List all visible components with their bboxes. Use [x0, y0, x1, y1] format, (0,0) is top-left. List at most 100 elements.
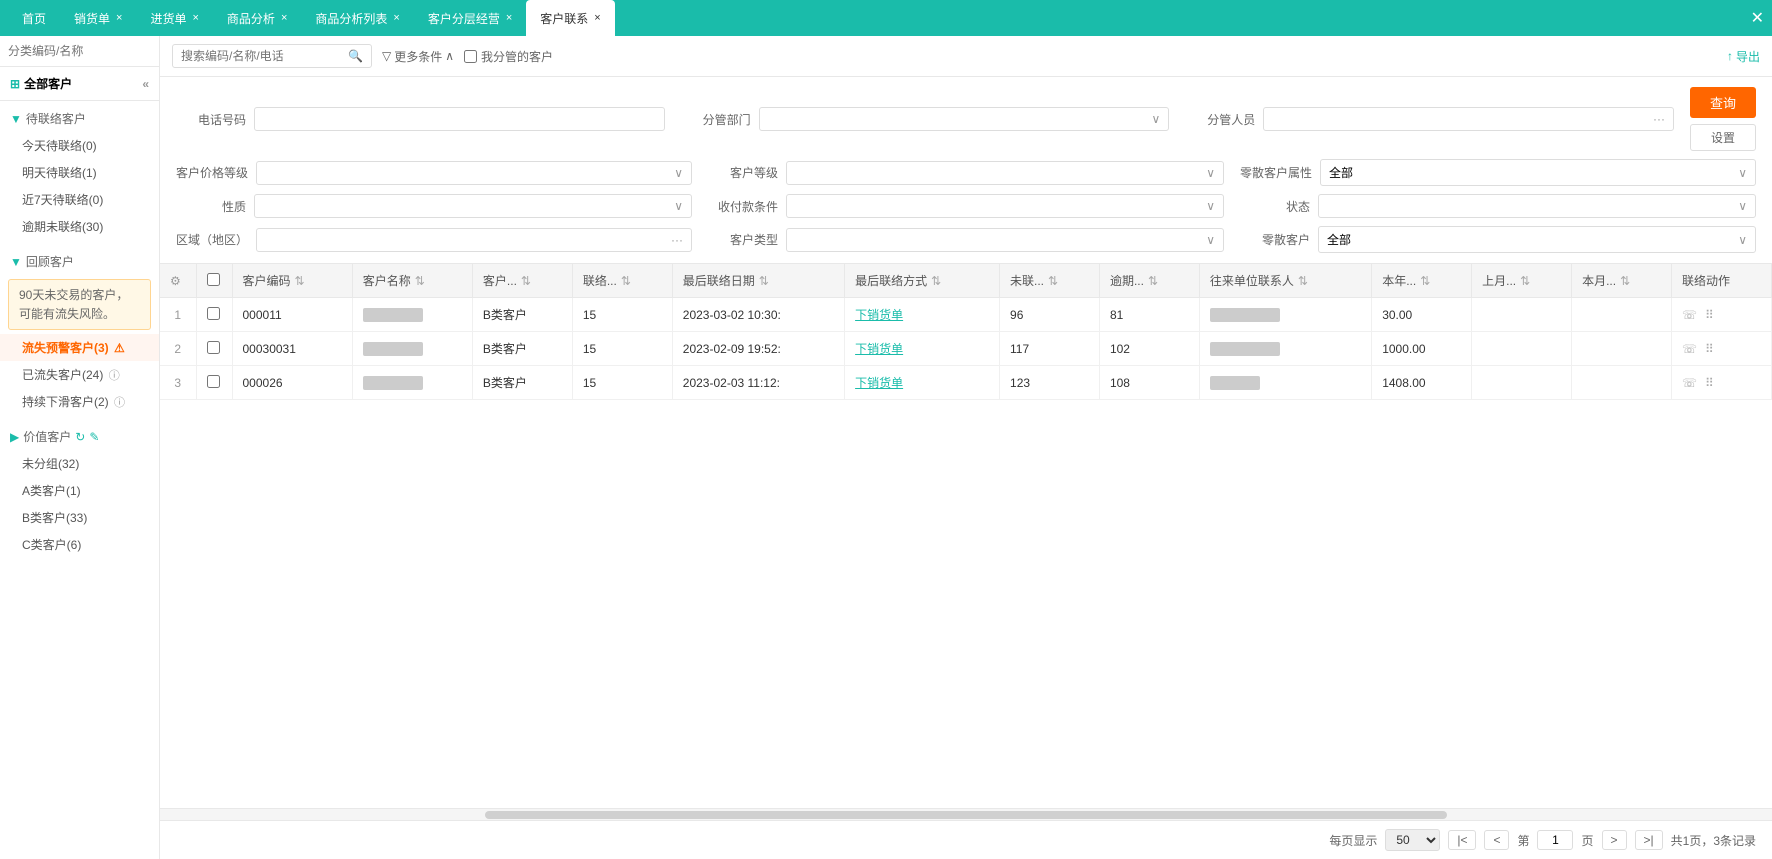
last-method-link-3[interactable]: 下销货单 [855, 376, 903, 390]
sidebar-search-input[interactable] [8, 44, 160, 58]
dept-select[interactable]: ∨ [759, 107, 1170, 131]
my-customers-checkbox[interactable]: 我分管的客户 [464, 48, 553, 65]
row-overdue-3: 108 [1099, 366, 1199, 400]
contact-icon[interactable]: ☏ [1682, 342, 1697, 356]
close-icon[interactable]: × [281, 12, 287, 24]
refresh-icon[interactable]: ↻ [75, 430, 85, 444]
first-page-button[interactable]: |< [1448, 830, 1476, 850]
page-size-select[interactable]: 50 100 200 [1385, 829, 1440, 851]
filter-zero-attr: 零散客户属性 全部 ∨ [1240, 159, 1756, 186]
sidebar-item-tomorrow-contact[interactable]: 明天待联络(1) [0, 159, 159, 186]
sidebar-item-7days-contact[interactable]: 近7天待联络(0) [0, 186, 159, 213]
sort-icon[interactable]: ⇅ [1620, 274, 1630, 288]
close-icon[interactable]: × [506, 12, 512, 24]
row-last-month-1 [1472, 298, 1572, 332]
section-value-header[interactable]: ▶ 价值客户 ↻ ✎ [0, 423, 159, 450]
tab-customer-tier[interactable]: 客户分层经营 × [414, 0, 526, 36]
more-actions-icon[interactable]: ⠿ [1705, 376, 1714, 390]
sidebar-item-today-contact[interactable]: 今天待联络(0) [0, 132, 159, 159]
sort-icon[interactable]: ⇅ [621, 274, 631, 288]
contact-icon[interactable]: ☏ [1682, 376, 1697, 390]
sidebar-item-c-class[interactable]: C类客户(6) [0, 531, 159, 558]
pagination-bar: 每页显示 50 100 200 |< < 第 页 > >| 共1页，3条记录 [160, 820, 1772, 859]
section-pending-contact-header[interactable]: ▼ 待联络客户 [0, 105, 159, 132]
app-close-button[interactable]: ✕ [1751, 8, 1764, 28]
last-method-link-2[interactable]: 下销货单 [855, 342, 903, 356]
sidebar-item-b-class[interactable]: B类客户(33) [0, 504, 159, 531]
tab-purchase-order[interactable]: 进货单 × [136, 0, 212, 36]
tab-customer-contact[interactable]: 客户联系 × [526, 0, 614, 36]
more-conditions-button[interactable]: ▽ 更多条件 ∧ [382, 48, 454, 65]
zero-customer-select[interactable]: 全部 ∨ [1318, 226, 1756, 253]
select-all-checkbox[interactable] [207, 273, 220, 286]
sort-icon[interactable]: ⇅ [1048, 274, 1058, 288]
search-box[interactable]: 🔍 [172, 44, 372, 68]
next-page-button[interactable]: > [1602, 830, 1627, 850]
sort-icon[interactable]: ⇅ [521, 274, 531, 288]
sidebar-item-declining[interactable]: 持续下滑客户(2) ⓘ [0, 388, 159, 415]
query-button[interactable]: 查询 [1690, 87, 1756, 118]
close-icon[interactable]: × [393, 12, 399, 24]
tab-product-analysis-list[interactable]: 商品分析列表 × [301, 0, 413, 36]
sort-icon[interactable]: ⇅ [1520, 274, 1530, 288]
close-icon[interactable]: × [594, 12, 600, 24]
prev-page-button[interactable]: < [1484, 830, 1509, 850]
tab-sales-order[interactable]: 销货单 × [60, 0, 136, 36]
contact-icon[interactable]: ☏ [1682, 308, 1697, 322]
chevron-down-icon: ∨ [1738, 233, 1747, 247]
customer-level-select[interactable]: ∨ [786, 161, 1224, 185]
sort-icon[interactable]: ⇅ [759, 274, 769, 288]
row-select-checkbox[interactable] [207, 307, 220, 320]
row-select-checkbox[interactable] [207, 341, 220, 354]
sort-icon[interactable]: ⇅ [931, 274, 941, 288]
close-icon[interactable]: × [116, 12, 122, 24]
sidebar-item-churn-warning[interactable]: 流失预警客户(3) ⚠ [0, 334, 159, 361]
sidebar-item-churned[interactable]: 已流失客户(24) ⓘ [0, 361, 159, 388]
tab-bar: 首页 销货单 × 进货单 × 商品分析 × 商品分析列表 × 客户分层经营 × … [0, 0, 1772, 36]
payment-select[interactable]: ∨ [786, 194, 1224, 218]
page-number-input[interactable] [1537, 830, 1573, 850]
close-icon[interactable]: × [192, 12, 198, 24]
sidebar-all-customers[interactable]: ⊞ 全部客户 « [0, 67, 159, 101]
tab-product-analysis[interactable]: 商品分析 × [213, 0, 301, 36]
scrollbar-thumb[interactable] [485, 811, 1447, 819]
column-settings-icon[interactable]: ⚙ [170, 274, 181, 288]
row-actions-2: ☏ ⠿ [1672, 332, 1772, 366]
nature-select[interactable]: ∨ [254, 194, 692, 218]
region-select[interactable]: ··· [256, 228, 692, 252]
phone-input[interactable] [254, 107, 665, 131]
row-date-3: 2023-02-03 11:12: [672, 366, 844, 400]
export-button[interactable]: ↑ 导出 [1727, 48, 1760, 65]
my-customers-checkbox-input[interactable] [464, 50, 477, 63]
th-not-contacted: 未联... ⇅ [1000, 264, 1100, 298]
row-select-checkbox[interactable] [207, 375, 220, 388]
table-row[interactable]: 1 000011 B类客户 15 2023-03-02 10:30: 下销 [160, 298, 1772, 332]
table-row[interactable]: 3 000026 B类客户 15 2023-02-03 11:12: 下销 [160, 366, 1772, 400]
sidebar-item-a-class[interactable]: A类客户(1) [0, 477, 159, 504]
sort-icon[interactable]: ⇅ [295, 274, 305, 288]
last-page-button[interactable]: >| [1635, 830, 1663, 850]
tab-home[interactable]: 首页 [8, 0, 60, 36]
manager-select[interactable]: ··· [1263, 107, 1674, 131]
table-row[interactable]: 2 00030031 B类客户 15 2023-02-09 19:52: [160, 332, 1772, 366]
more-actions-icon[interactable]: ⠿ [1705, 308, 1714, 322]
sidebar-item-ungroup[interactable]: 未分组(32) [0, 450, 159, 477]
status-select[interactable]: ∨ [1318, 194, 1756, 218]
zero-attr-select[interactable]: 全部 ∨ [1320, 159, 1756, 186]
edit-icon[interactable]: ✎ [89, 430, 99, 444]
section-review-header[interactable]: ▼ 回顾客户 [0, 248, 159, 275]
sort-icon[interactable]: ⇅ [1148, 274, 1158, 288]
arrow-down-icon: ▼ [10, 255, 22, 269]
search-input[interactable] [181, 49, 348, 63]
sidebar-item-overdue-contact[interactable]: 逾期未联络(30) [0, 213, 159, 240]
sort-icon[interactable]: ⇅ [1420, 274, 1430, 288]
sort-icon[interactable]: ⇅ [415, 274, 425, 288]
customer-type-select[interactable]: ∨ [786, 228, 1224, 252]
price-level-select[interactable]: ∨ [256, 161, 692, 185]
more-actions-icon[interactable]: ⠿ [1705, 342, 1714, 356]
horizontal-scrollbar[interactable] [160, 808, 1772, 820]
settings-button[interactable]: 设置 [1690, 124, 1756, 151]
row-year-1: 30.00 [1372, 298, 1472, 332]
last-method-link-1[interactable]: 下销货单 [855, 308, 903, 322]
sort-icon[interactable]: ⇅ [1298, 274, 1308, 288]
